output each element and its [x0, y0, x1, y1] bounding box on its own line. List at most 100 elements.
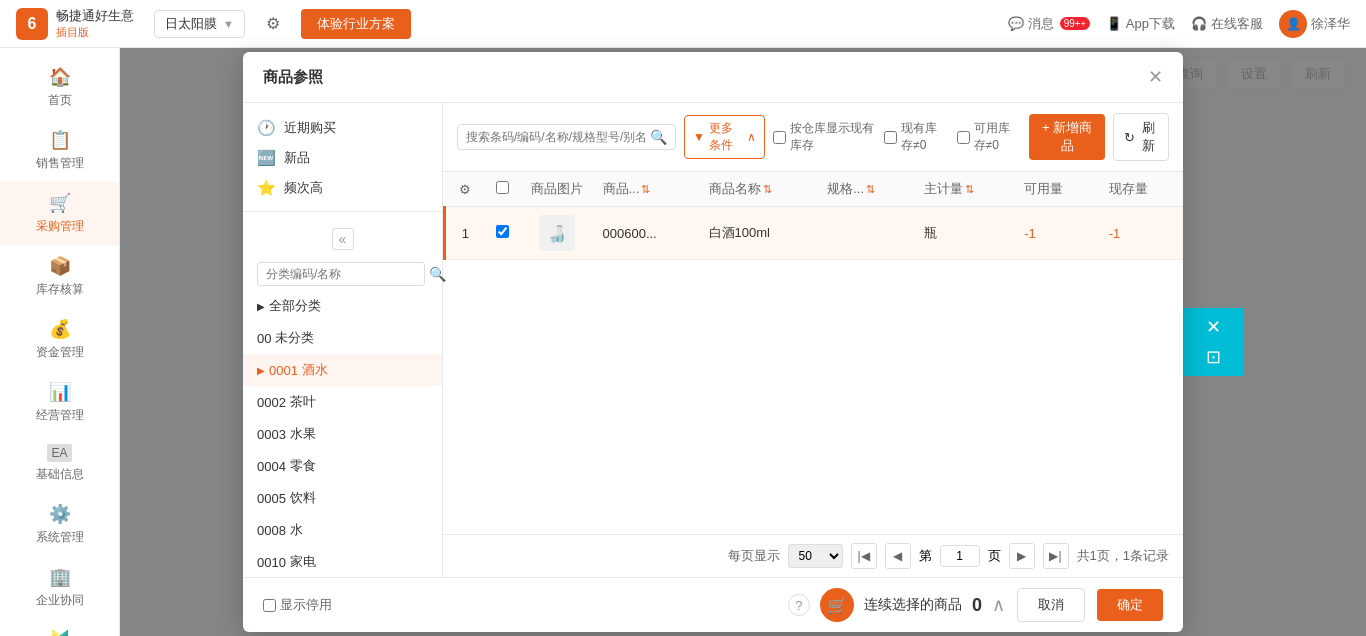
- page-input[interactable]: [940, 545, 980, 567]
- online-service-btn[interactable]: 🎧 在线客服: [1191, 15, 1263, 33]
- sidebar-item-guide[interactable]: 🔰 新手引导: [0, 619, 119, 636]
- first-page-btn[interactable]: |◀: [851, 543, 877, 569]
- collab-icon: 🏢: [49, 566, 71, 588]
- category-list: ▶ 全部分类 00 未分类 ▶ 0001 酒水 0002 茶: [243, 290, 442, 567]
- col-header-available[interactable]: 可用量: [1014, 172, 1098, 207]
- last-page-btn[interactable]: ▶|: [1043, 543, 1069, 569]
- logo-area: 6 畅捷通好生意 插目版: [16, 8, 134, 40]
- sidebar-item-purchase[interactable]: 🛒 采购管理: [0, 182, 119, 245]
- category-0002[interactable]: 0002 茶叶: [243, 386, 442, 418]
- sales-icon: 📋: [49, 129, 71, 151]
- modal-body: 🕐 近期购买 🆕 新品 ⭐ 频次高 «: [243, 103, 1183, 577]
- prev-page-btn[interactable]: ◀: [885, 543, 911, 569]
- per-page-select[interactable]: 50 100 200: [788, 544, 843, 568]
- sidebar-item-sales[interactable]: 📋 销售管理: [0, 119, 119, 182]
- sidebar: 🏠 首页 📋 销售管理 🛒 采购管理 📦 库存核算 💰 资金管理 📊 经营管理 …: [0, 48, 120, 636]
- logo-icon: 6: [16, 8, 48, 40]
- product-search-input[interactable]: [466, 130, 646, 144]
- category-0001[interactable]: ▶ 0001 酒水: [243, 354, 442, 386]
- cart-button[interactable]: 🛒: [820, 588, 854, 622]
- category-all[interactable]: ▶ 全部分类: [243, 290, 442, 322]
- category-0005[interactable]: 0005 饮料: [243, 482, 442, 514]
- category-0003[interactable]: 0003 水果: [243, 418, 442, 450]
- modal-dialog: 商品参照 ✕ 🕐 近期购买 🆕 新品: [243, 52, 1183, 632]
- refresh-icon: ↻: [1124, 130, 1135, 145]
- high-freq-item[interactable]: ⭐ 频次高: [243, 173, 442, 203]
- modal-close-button[interactable]: ✕: [1148, 66, 1163, 88]
- confirm-button[interactable]: 确定: [1097, 589, 1163, 621]
- col-header-unit[interactable]: 主计量⇅: [914, 172, 1014, 207]
- teal-expand-icon[interactable]: ⊡: [1206, 346, 1221, 368]
- col-header-spec[interactable]: 规格...⇅: [817, 172, 914, 207]
- user-area[interactable]: 👤 徐泽华: [1279, 10, 1350, 38]
- sidebar-item-inventory[interactable]: 📦 库存核算: [0, 245, 119, 308]
- more-filter-button[interactable]: ▼ 更多条件 ∧: [684, 115, 765, 159]
- show-disabled-checkbox[interactable]: [263, 599, 276, 612]
- col-settings-icon[interactable]: ⚙: [459, 182, 471, 197]
- messages-btn[interactable]: 💬 消息 99++: [1008, 15, 1090, 33]
- star-icon: ⭐: [257, 179, 276, 197]
- cancel-button[interactable]: 取消: [1017, 588, 1085, 622]
- warehouse-check-label[interactable]: 按仓库显示现有库存: [773, 120, 876, 154]
- category-00[interactable]: 00 未分类: [243, 322, 442, 354]
- product-stock: -1: [1099, 207, 1183, 260]
- system-icon: ⚙️: [49, 503, 71, 525]
- usable-checkbox[interactable]: [957, 131, 970, 144]
- sidebar-item-system[interactable]: ⚙️ 系统管理: [0, 493, 119, 556]
- col-header-code[interactable]: 商品...⇅: [593, 172, 699, 207]
- col-header-stock[interactable]: 现存量: [1099, 172, 1183, 207]
- teal-close-icon[interactable]: ✕: [1206, 316, 1221, 338]
- table-row[interactable]: 1 🍶: [445, 207, 1184, 260]
- category-search: 🔍: [243, 258, 442, 290]
- warehouse-checkbox[interactable]: [773, 131, 786, 144]
- page-total-info: 共1页，1条记录: [1077, 547, 1169, 565]
- sidebar-item-basic[interactable]: EA 基础信息: [0, 434, 119, 493]
- avatar: 👤: [1279, 10, 1307, 38]
- app-download-btn[interactable]: 📱 App下载: [1106, 15, 1175, 33]
- sidebar-item-finance[interactable]: 💰 资金管理: [0, 308, 119, 371]
- refresh-button[interactable]: ↻ 刷新: [1113, 113, 1169, 161]
- row-num: 1: [445, 207, 485, 260]
- nav-selector[interactable]: 日太阳膜 ▼: [154, 10, 245, 38]
- collapse-button[interactable]: «: [332, 228, 354, 250]
- select-all-checkbox[interactable]: [496, 181, 509, 194]
- next-page-btn[interactable]: ▶: [1009, 543, 1035, 569]
- category-0004[interactable]: 0004 零食: [243, 450, 442, 482]
- page-label: 第: [919, 547, 932, 565]
- usable-check-label[interactable]: 可用库存≠0: [957, 120, 1021, 154]
- recent-icon: 🕐: [257, 119, 276, 137]
- collapse-up-icon[interactable]: ∧: [992, 594, 1005, 616]
- product-available: -1: [1014, 207, 1098, 260]
- search-icon[interactable]: 🔍: [650, 129, 667, 145]
- filter-arrow-icon: ∧: [747, 130, 756, 144]
- category-0008[interactable]: 0008 水: [243, 514, 442, 546]
- message-icon: 💬: [1008, 16, 1024, 31]
- trial-button[interactable]: 体验行业方案: [301, 9, 411, 39]
- nav-right: 💬 消息 99++ 📱 App下载 🎧 在线客服 👤 徐泽华: [1008, 10, 1350, 38]
- show-disabled-label[interactable]: 显示停用: [263, 596, 332, 614]
- sidebar-item-business[interactable]: 📊 经营管理: [0, 371, 119, 434]
- category-0010[interactable]: 0010 家电: [243, 546, 442, 567]
- add-product-button[interactable]: + 新增商品: [1029, 114, 1105, 160]
- logo-text: 畅捷通好生意 插目版: [56, 8, 134, 39]
- settings-icon[interactable]: ⚙: [257, 8, 289, 40]
- left-panel: 🕐 近期购买 🆕 新品 ⭐ 频次高 «: [243, 103, 443, 577]
- col-header-name[interactable]: 商品名称⇅: [699, 172, 818, 207]
- product-spec: [817, 207, 914, 260]
- new-products-item[interactable]: 🆕 新品: [243, 143, 442, 173]
- messages-badge: 99++: [1060, 17, 1090, 30]
- product-table: ⚙ 商品图片: [443, 172, 1183, 260]
- content-area: 查询 设置 刷新 商品参照 ✕ 🕐 近期购买: [120, 48, 1366, 636]
- cart-label: 连续选择的商品: [864, 596, 962, 614]
- available-check-label[interactable]: 现有库存≠0: [884, 120, 948, 154]
- product-table-area: ⚙ 商品图片: [443, 172, 1183, 534]
- sidebar-item-home[interactable]: 🏠 首页: [0, 56, 119, 119]
- help-icon[interactable]: ?: [788, 594, 810, 616]
- sidebar-item-collab[interactable]: 🏢 企业协同: [0, 556, 119, 619]
- main-layout: 🏠 首页 📋 销售管理 🛒 采购管理 📦 库存核算 💰 资金管理 📊 经营管理 …: [0, 48, 1366, 636]
- right-toolbar: 🔍 ▼ 更多条件 ∧ 按仓库显示现有库存: [443, 103, 1183, 172]
- recent-buy-item[interactable]: 🕐 近期购买: [243, 113, 442, 143]
- row-checkbox[interactable]: [496, 225, 509, 238]
- available-checkbox[interactable]: [884, 131, 897, 144]
- category-search-input[interactable]: [257, 262, 425, 286]
